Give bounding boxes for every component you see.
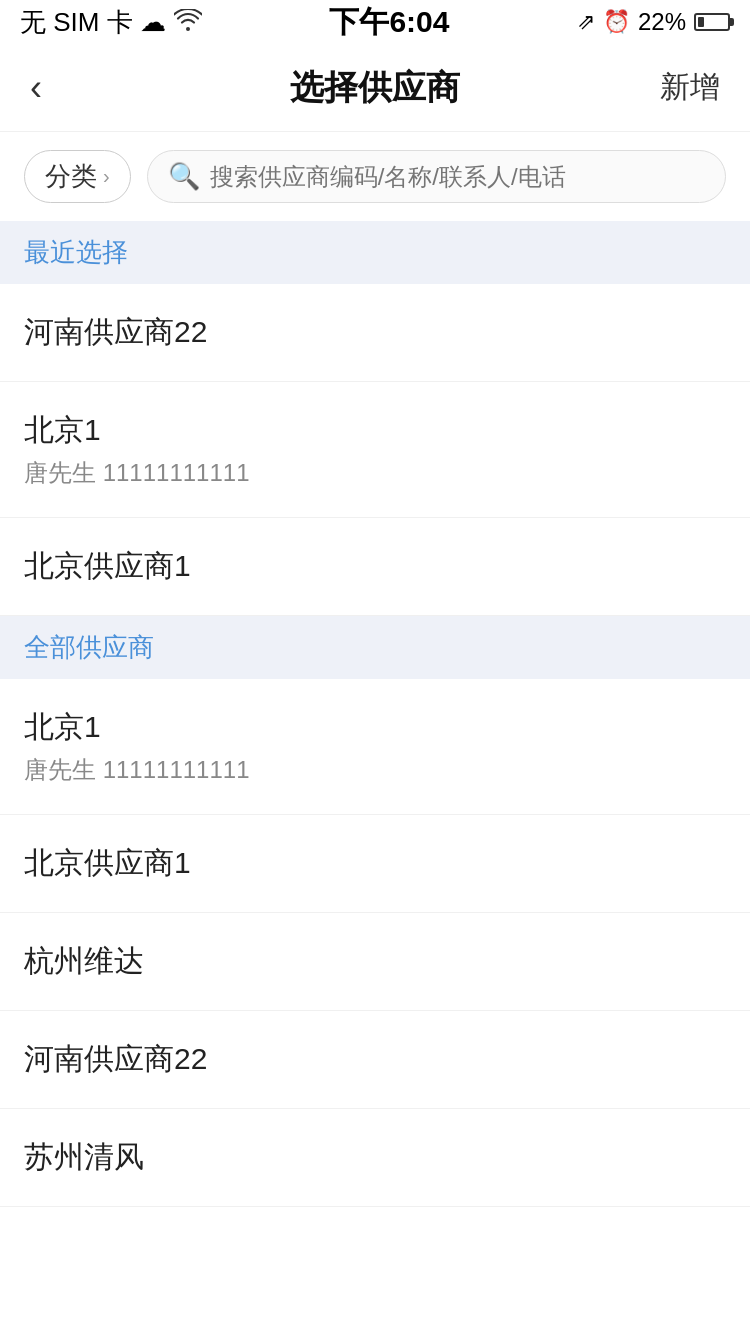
- add-button[interactable]: 新增: [660, 67, 720, 108]
- all-section-header: 全部供应商: [0, 616, 750, 679]
- item-name: 北京供应商1: [24, 546, 726, 587]
- status-left: 无 SIM 卡 ☁: [20, 5, 202, 40]
- item-sub: 唐先生 11111111111: [24, 457, 726, 489]
- all-list: 北京1 唐先生 11111111111 北京供应商1 杭州维达 河南供应商22 …: [0, 679, 750, 1207]
- search-icon: 🔍: [168, 161, 200, 192]
- battery-icon: [694, 13, 730, 31]
- filter-bar: 分类 › 🔍: [0, 132, 750, 221]
- recent-list: 河南供应商22 北京1 唐先生 11111111111 北京供应商1: [0, 284, 750, 616]
- nav-bar: ‹ 选择供应商 新增: [0, 44, 750, 132]
- item-name: 北京供应商1: [24, 843, 726, 884]
- status-time: 下午6:04: [329, 2, 449, 43]
- item-name: 北京1: [24, 707, 726, 748]
- page-title: 选择供应商: [90, 65, 660, 111]
- all-item-2[interactable]: 北京供应商1: [0, 815, 750, 913]
- search-input[interactable]: [210, 163, 705, 191]
- location-icon: ⇗: [577, 9, 595, 35]
- item-name: 河南供应商22: [24, 1039, 726, 1080]
- item-name: 杭州维达: [24, 941, 726, 982]
- item-name: 苏州清风: [24, 1137, 726, 1178]
- item-name: 河南供应商22: [24, 312, 726, 353]
- category-filter[interactable]: 分类 ›: [24, 150, 131, 203]
- item-name: 北京1: [24, 410, 726, 451]
- battery-percent: 22%: [638, 8, 686, 36]
- wifi-icon: [174, 7, 202, 38]
- all-item-5[interactable]: 苏州清风: [0, 1109, 750, 1207]
- chevron-right-icon: ›: [103, 165, 110, 188]
- category-label: 分类: [45, 159, 97, 194]
- status-right: ⇗ ⏰ 22%: [577, 8, 730, 36]
- alarm-icon: ⏰: [603, 9, 630, 35]
- all-item-4[interactable]: 河南供应商22: [0, 1011, 750, 1109]
- recent-item-1[interactable]: 河南供应商22: [0, 284, 750, 382]
- search-box[interactable]: 🔍: [147, 150, 726, 203]
- item-sub: 唐先生 11111111111: [24, 754, 726, 786]
- all-item-1[interactable]: 北京1 唐先生 11111111111: [0, 679, 750, 815]
- recent-item-2[interactable]: 北京1 唐先生 11111111111: [0, 382, 750, 518]
- recent-section-header: 最近选择: [0, 221, 750, 284]
- status-bar: 无 SIM 卡 ☁ 下午6:04 ⇗ ⏰ 22%: [0, 0, 750, 44]
- back-button[interactable]: ‹: [30, 67, 90, 109]
- all-item-3[interactable]: 杭州维达: [0, 913, 750, 1011]
- recent-item-3[interactable]: 北京供应商1: [0, 518, 750, 616]
- sim-status: 无 SIM 卡 ☁: [20, 5, 166, 40]
